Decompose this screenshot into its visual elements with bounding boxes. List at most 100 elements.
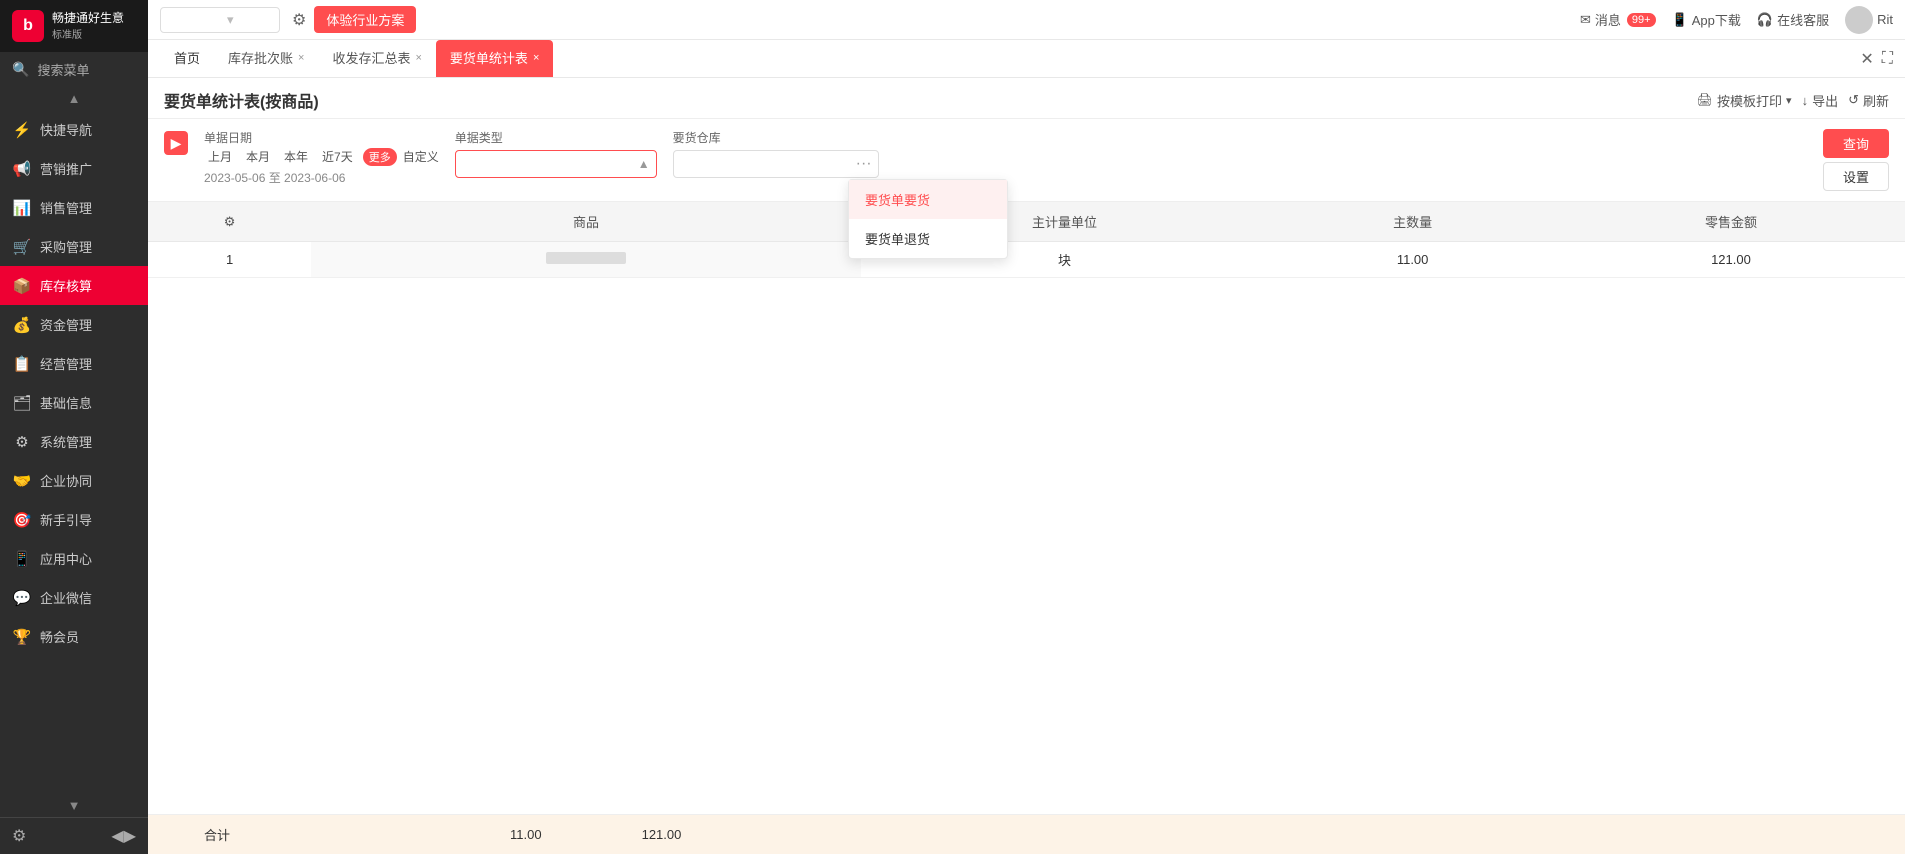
chevron-down-icon[interactable]: ▾ (227, 12, 234, 28)
date-shortcuts: 上月 本月 本年 近7天 更多 自定义 (204, 146, 439, 167)
th-settings[interactable]: ⚙ (148, 202, 311, 242)
topbar-gear-icon[interactable]: ⚙ (292, 10, 306, 30)
app-download-label: App下载 (1692, 10, 1741, 29)
warehouse-dots-icon[interactable]: ··· (856, 155, 872, 173)
cell-index: 1 (148, 242, 311, 278)
sidebar-item-label: 企业微信 (40, 588, 92, 607)
tab-order-stats[interactable]: 要货单统计表 × (436, 40, 553, 77)
sidebar-item-guide[interactable]: 🎯 新手引导 (0, 500, 148, 539)
date-more-badge[interactable]: 更多 (363, 148, 397, 166)
sidebar-item-enterprise[interactable]: 🤝 企业协同 (0, 461, 148, 500)
print-button[interactable]: 🖨 按模板打印 ▾ (1697, 91, 1792, 110)
search-menu[interactable]: 🔍 搜索菜单 (0, 52, 148, 87)
refresh-label: 刷新 (1863, 91, 1889, 110)
chevron-down-icon[interactable]: ▾ (1786, 94, 1792, 107)
date-custom[interactable]: 自定义 (403, 148, 439, 165)
tab-inventory-batch-label: 库存批次账 (228, 48, 293, 67)
print-label: 按模板打印 (1717, 91, 1782, 110)
online-service-item[interactable]: 🎧 在线客服 (1757, 10, 1829, 29)
type-dropdown: 要货单要货 要货单退货 (848, 179, 1008, 259)
topbar-left: 41 ▾ ⚙ 体验行业方案 (160, 6, 416, 33)
sidebar-item-vip[interactable]: 🏆 畅会员 (0, 617, 148, 656)
sidebar-scroll-up[interactable]: ▲ (0, 87, 148, 110)
sidebar-item-marketing[interactable]: 📢 营销推广 (0, 149, 148, 188)
tabs-bar: 首页 库存批次账 × 收发存汇总表 × 要货单统计表 × ✕ ⛶ (148, 40, 1905, 78)
app-center-icon: 📱 (12, 550, 32, 568)
date-last-month[interactable]: 上月 (204, 146, 236, 167)
sidebar-header: b 畅捷通好生意 标准版 (0, 0, 148, 52)
query-button[interactable]: 查询 (1823, 129, 1889, 158)
online-service-label: 在线客服 (1777, 10, 1829, 29)
settings-button[interactable]: 设置 (1823, 162, 1889, 191)
settings-icon[interactable]: ⚙ (12, 826, 26, 846)
date-this-month[interactable]: 本月 (242, 146, 274, 167)
message-icon: ✉ (1580, 12, 1591, 28)
print-icon: 🖨 (1697, 92, 1714, 108)
collapse-sidebar-icon[interactable]: ◀▶ (111, 826, 136, 846)
sidebar-item-wechat[interactable]: 💬 企业微信 (0, 578, 148, 617)
th-quantity: 主数量 (1268, 202, 1557, 242)
tab-order-stats-label: 要货单统计表 (450, 48, 528, 67)
tab-home-label: 首页 (174, 48, 200, 67)
sidebar-item-label: 畅会员 (40, 627, 79, 646)
brand-name: 畅捷通好生意 (52, 11, 124, 27)
tab-inventory-batch[interactable]: 库存批次账 × (214, 40, 318, 77)
filter-type-label: 单据类型 (455, 129, 657, 146)
tab-home[interactable]: 首页 (160, 40, 214, 77)
vip-icon: 🏆 (12, 628, 32, 646)
refresh-button[interactable]: ↺ 刷新 (1848, 91, 1889, 110)
dropdown-item-return[interactable]: 要货单退货 (849, 219, 1007, 258)
sidebar-item-basic-info[interactable]: 🗂 基础信息 (0, 383, 148, 422)
filter-type-input[interactable] (462, 157, 638, 172)
sidebar-item-label: 系统管理 (40, 432, 92, 451)
sidebar-item-label: 应用中心 (40, 549, 92, 568)
dropdown-item-delivery[interactable]: 要货单要货 (849, 180, 1007, 219)
tab-expand-icon[interactable]: ⛶ (1882, 50, 1893, 68)
user-item[interactable]: Rit (1845, 6, 1893, 34)
sidebar-item-inventory[interactable]: 📦 库存核算 (0, 266, 148, 305)
export-button[interactable]: ↓ 导出 (1802, 91, 1839, 110)
date-this-year[interactable]: 本年 (280, 146, 312, 167)
table-area: ⚙ 商品 主计量单位 主数量 零售金额 1 块 11.00 (148, 202, 1905, 814)
sidebar-item-operations[interactable]: 📋 经营管理 (0, 344, 148, 383)
topbar: 41 ▾ ⚙ 体验行业方案 ✉ 消息 99+ 📱 App下载 🎧 在线客服 R (148, 0, 1905, 40)
type-arrow-icon[interactable]: ▲ (638, 157, 650, 171)
filter-type-group: 单据类型 ▲ (455, 129, 657, 178)
page-title: 要货单统计表(按商品) (164, 88, 319, 112)
data-table: ⚙ 商品 主计量单位 主数量 零售金额 1 块 11.00 (148, 202, 1905, 278)
close-icon[interactable]: × (533, 52, 539, 64)
close-icon[interactable]: × (298, 52, 304, 64)
basic-info-icon: 🗂 (12, 394, 32, 412)
sidebar-item-label: 基础信息 (40, 393, 92, 412)
sidebar-item-purchase[interactable]: 🛒 采购管理 (0, 227, 148, 266)
finance-icon: 💰 (12, 316, 32, 334)
summary-amount: 121.00 (642, 827, 682, 842)
sidebar-item-finance[interactable]: 💰 资金管理 (0, 305, 148, 344)
close-icon[interactable]: × (415, 52, 421, 64)
app-logo: b (12, 10, 44, 42)
date-7days[interactable]: 近7天 (318, 146, 357, 167)
app-download-item[interactable]: 📱 App下载 (1672, 10, 1741, 29)
filter-expand-button[interactable]: ▶ (164, 131, 188, 155)
topbar-input-group: 41 ▾ (160, 7, 280, 33)
filter-warehouse-label: 要货仓库 (673, 129, 879, 146)
search-icon: 🔍 (12, 61, 29, 78)
filter-warehouse-input[interactable] (680, 157, 856, 172)
sidebar-item-sales[interactable]: 📊 销售管理 (0, 188, 148, 227)
sidebar-item-label: 快捷导航 (40, 120, 92, 139)
sidebar-item-app-center[interactable]: 📱 应用中心 (0, 539, 148, 578)
promo-button[interactable]: 体验行业方案 (314, 6, 416, 33)
export-label: 导出 (1812, 91, 1838, 110)
topbar-input[interactable]: 41 (167, 13, 227, 27)
sidebar-item-system[interactable]: ⚙ 系统管理 (0, 422, 148, 461)
sidebar-item-label: 企业协同 (40, 471, 92, 490)
tab-close-all-icon[interactable]: ✕ (1860, 49, 1873, 69)
message-item[interactable]: ✉ 消息 99+ (1580, 10, 1656, 29)
sidebar-item-quick-nav[interactable]: ⚡ 快捷导航 (0, 110, 148, 149)
tab-receivable-summary[interactable]: 收发存汇总表 × (318, 40, 435, 77)
system-icon: ⚙ (12, 433, 32, 451)
user-name: Rit (1877, 12, 1893, 27)
page-header: 要货单统计表(按商品) 🖨 按模板打印 ▾ ↓ 导出 ↺ 刷新 (148, 78, 1905, 119)
sidebar-scroll-down[interactable]: ▼ (0, 794, 148, 817)
main-area: 41 ▾ ⚙ 体验行业方案 ✉ 消息 99+ 📱 App下载 🎧 在线客服 R (148, 0, 1905, 854)
